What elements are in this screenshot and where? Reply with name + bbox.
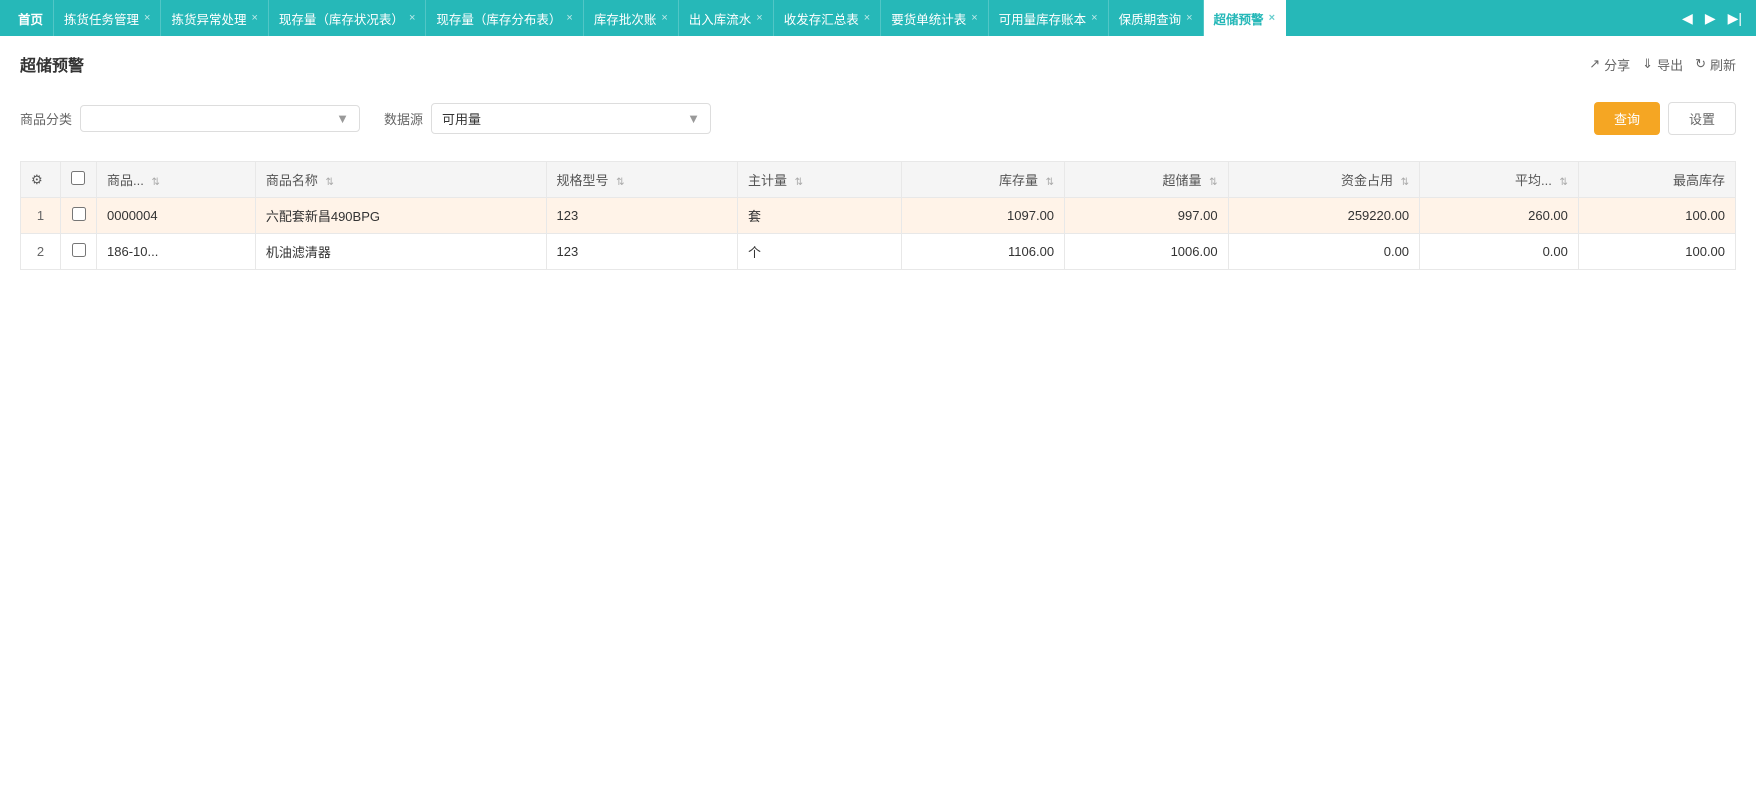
close-tab-order-stats[interactable]: × — [971, 12, 977, 24]
sort-icon-capital: ⇅ — [1401, 177, 1409, 188]
nav-tab-picking-exception[interactable]: 拣货异常处理 × — [161, 0, 268, 36]
nav-tab-available-stock[interactable]: 可用量库存账本 × — [989, 0, 1109, 36]
nav-arrow-expand[interactable]: ▶| — [1722, 0, 1748, 36]
close-tab-overstock-warning[interactable]: × — [1269, 12, 1275, 24]
row-product-code: 186-10... — [97, 234, 256, 270]
table-row: 1 0000004 六配套新昌490BPG 123 套 1097.00 997.… — [21, 198, 1736, 234]
product-category-filter: 商品分类 ▼ — [20, 105, 360, 132]
product-category-select[interactable]: ▼ — [80, 105, 360, 132]
data-source-label: 数据源 — [384, 109, 423, 128]
table-header-row: ⚙ 商品... ⇅ 商品名称 ⇅ 规格型号 ⇅ 主计量 — [21, 162, 1736, 198]
th-unit[interactable]: 主计量 ⇅ — [738, 162, 902, 198]
filter-bar: 商品分类 ▼ 数据源 可用量 ▼ 查询 设置 — [20, 92, 1736, 145]
row-average: 0.00 — [1420, 234, 1579, 270]
th-stock[interactable]: 库存量 ⇅ — [901, 162, 1065, 198]
close-tab-stock-distribution[interactable]: × — [566, 12, 572, 24]
nav-tab-stock-distribution[interactable]: 现存量（库存分布表） × — [426, 0, 583, 36]
top-navigation: 首页 拣货任务管理 × 拣货异常处理 × 现存量（库存状况表） × 现存量（库存… — [0, 0, 1756, 36]
row-unit: 套 — [738, 198, 902, 234]
row-max-stock: 100.00 — [1578, 234, 1735, 270]
row-num: 1 — [21, 198, 61, 234]
product-category-arrow-icon: ▼ — [336, 111, 349, 126]
nav-tab-stock-status[interactable]: 现存量（库存状况表） × — [269, 0, 426, 36]
close-tab-picking-exception[interactable]: × — [251, 12, 257, 24]
nav-tab-overstock-warning[interactable]: 超储预警 × — [1204, 0, 1286, 36]
row-overstock: 997.00 — [1065, 198, 1229, 234]
sort-icon-unit: ⇅ — [795, 177, 803, 188]
close-tab-inout-flow[interactable]: × — [756, 12, 762, 24]
sort-icon-overstock: ⇅ — [1209, 177, 1217, 188]
table-row: 2 186-10... 机油滤清器 123 个 1106.00 1006.00 … — [21, 234, 1736, 270]
row-checkbox-cell — [61, 234, 97, 270]
th-spec[interactable]: 规格型号 ⇅ — [546, 162, 737, 198]
th-average[interactable]: 平均... ⇅ — [1420, 162, 1579, 198]
th-product-code[interactable]: 商品... ⇅ — [97, 162, 256, 198]
row-num: 2 — [21, 234, 61, 270]
share-button[interactable]: ↗ 分享 — [1589, 55, 1630, 74]
data-source-select[interactable]: 可用量 ▼ — [431, 103, 711, 134]
query-button[interactable]: 查询 — [1594, 102, 1660, 135]
sort-icon-average: ⇅ — [1560, 177, 1568, 188]
row-product-code: 0000004 — [97, 198, 256, 234]
nav-home[interactable]: 首页 — [8, 0, 54, 36]
page-header: 超储预警 ↗ 分享 ⇓ 导出 ↻ 刷新 — [20, 52, 1736, 76]
row-product-name: 机油滤清器 — [255, 234, 546, 270]
page-content: 超储预警 ↗ 分享 ⇓ 导出 ↻ 刷新 商品分类 ▼ 数据源 — [0, 36, 1756, 800]
select-all-checkbox[interactable] — [71, 171, 85, 185]
row-stock: 1106.00 — [901, 234, 1065, 270]
sort-icon-product-name: ⇅ — [325, 177, 333, 188]
row-capital: 0.00 — [1228, 234, 1419, 270]
close-tab-stock-status[interactable]: × — [409, 12, 415, 24]
export-icon: ⇓ — [1642, 56, 1653, 72]
nav-arrow-left[interactable]: ◀ — [1676, 0, 1699, 36]
th-max-stock[interactable]: 最高库存 — [1578, 162, 1735, 198]
data-source-arrow-icon: ▼ — [687, 111, 700, 126]
row-checkbox-cell — [61, 198, 97, 234]
page-title: 超储预警 — [20, 52, 84, 76]
close-tab-batch-account[interactable]: × — [661, 12, 667, 24]
export-button[interactable]: ⇓ 导出 — [1642, 55, 1683, 74]
nav-tab-picking-task[interactable]: 拣货任务管理 × — [54, 0, 161, 36]
th-settings[interactable]: ⚙ — [21, 162, 61, 198]
nav-arrow-right[interactable]: ▶ — [1699, 0, 1722, 36]
refresh-button[interactable]: ↻ 刷新 — [1695, 55, 1736, 74]
th-capital[interactable]: 资金占用 ⇅ — [1228, 162, 1419, 198]
row-spec: 123 — [546, 198, 737, 234]
row-max-stock: 100.00 — [1578, 198, 1735, 234]
row-spec: 123 — [546, 234, 737, 270]
nav-tab-quality-period[interactable]: 保质期查询 × — [1109, 0, 1204, 36]
nav-tab-order-stats[interactable]: 要货单统计表 × — [881, 0, 988, 36]
data-source-filter: 数据源 可用量 ▼ — [384, 103, 711, 134]
settings-button[interactable]: 设置 — [1668, 102, 1736, 135]
data-table: ⚙ 商品... ⇅ 商品名称 ⇅ 规格型号 ⇅ 主计量 — [20, 161, 1736, 270]
close-tab-receipt-summary[interactable]: × — [864, 12, 870, 24]
action-buttons: 查询 设置 — [1594, 102, 1736, 135]
row-stock: 1097.00 — [901, 198, 1065, 234]
data-source-value: 可用量 — [442, 109, 481, 128]
th-product-name[interactable]: 商品名称 ⇅ — [255, 162, 546, 198]
sort-icon-product-code: ⇅ — [151, 177, 159, 188]
row-capital: 259220.00 — [1228, 198, 1419, 234]
row-checkbox[interactable] — [72, 207, 86, 221]
share-icon: ↗ — [1589, 56, 1600, 72]
sort-icon-stock: ⇅ — [1046, 177, 1054, 188]
row-overstock: 1006.00 — [1065, 234, 1229, 270]
row-product-name: 六配套新昌490BPG — [255, 198, 546, 234]
row-checkbox[interactable] — [72, 243, 86, 257]
header-actions: ↗ 分享 ⇓ 导出 ↻ 刷新 — [1589, 55, 1736, 74]
row-unit: 个 — [738, 234, 902, 270]
close-tab-quality-period[interactable]: × — [1186, 12, 1192, 24]
nav-tab-receipt-summary[interactable]: 收发存汇总表 × — [774, 0, 881, 36]
sort-icon-spec: ⇅ — [616, 177, 624, 188]
th-overstock[interactable]: 超储量 ⇅ — [1065, 162, 1229, 198]
close-tab-picking-task[interactable]: × — [144, 12, 150, 24]
refresh-icon: ↻ — [1695, 56, 1706, 72]
product-category-label: 商品分类 — [20, 109, 72, 128]
row-average: 260.00 — [1420, 198, 1579, 234]
close-tab-available-stock[interactable]: × — [1091, 12, 1097, 24]
nav-arrows: ◀ ▶ ▶| — [1676, 0, 1748, 36]
th-checkbox — [61, 162, 97, 198]
nav-tab-batch-account[interactable]: 库存批次账 × — [584, 0, 679, 36]
nav-tab-inout-flow[interactable]: 出入库流水 × — [679, 0, 774, 36]
